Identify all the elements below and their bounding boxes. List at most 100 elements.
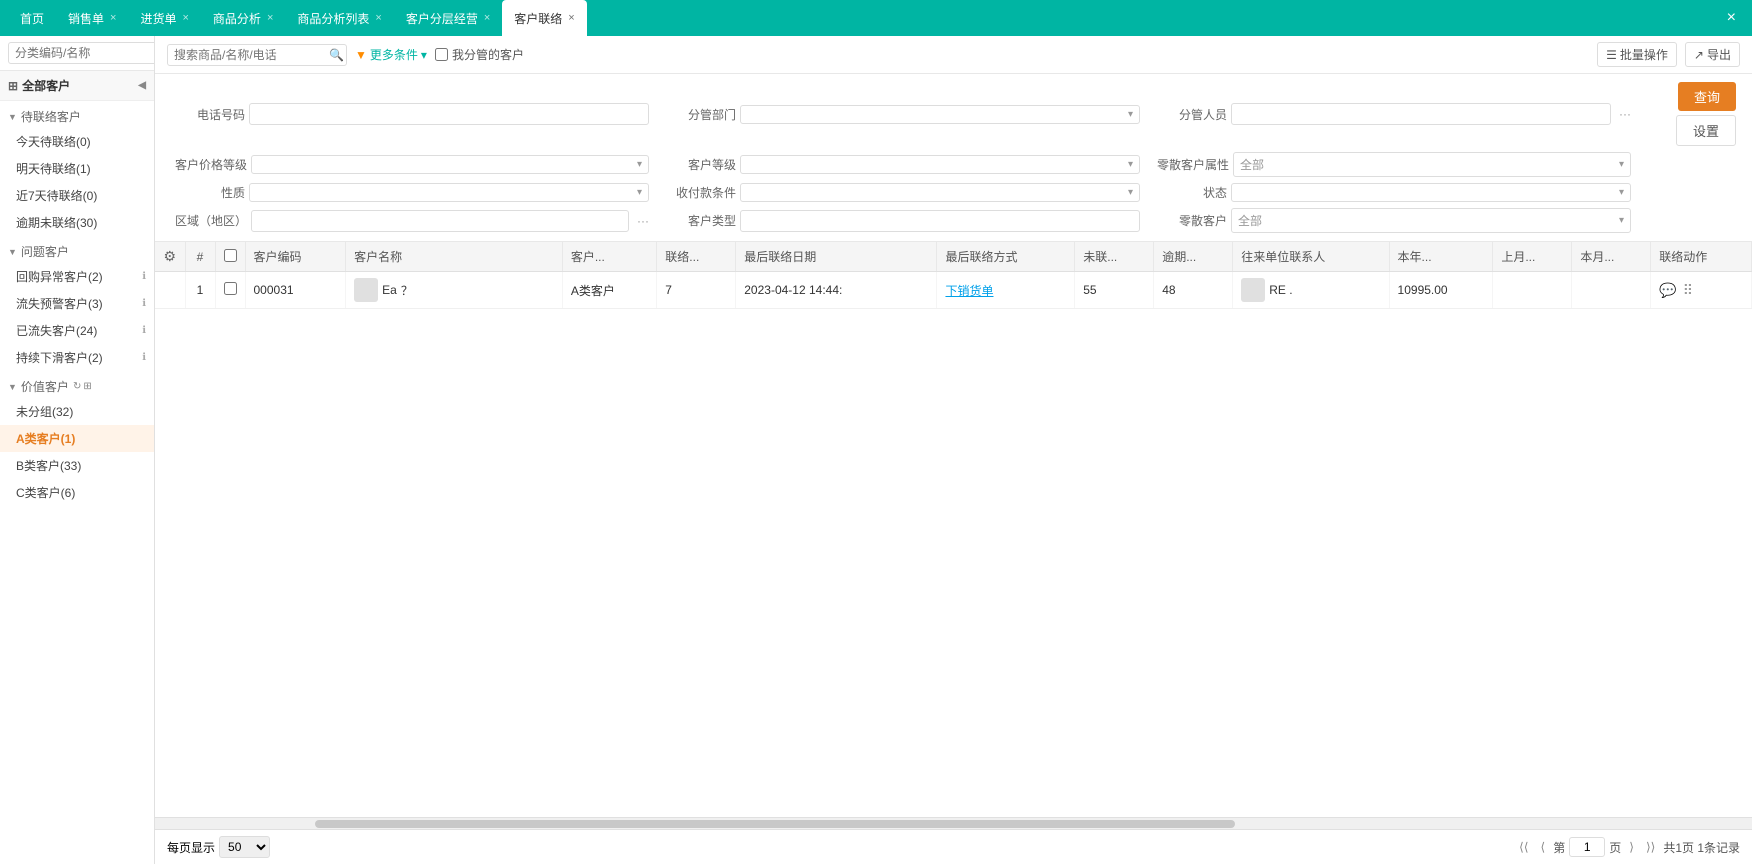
nav-customer-segment[interactable]: 客户分层经营 ×	[394, 0, 502, 36]
manager-input[interactable]	[1231, 103, 1611, 125]
scrollbar-thumb[interactable]	[315, 820, 1235, 828]
content-area: 🔍 ▼ 更多条件 ▾ 我分管的客户 ☰ 批量操作 ↗ 导出	[155, 36, 1752, 864]
price-level-select[interactable]: ▾	[251, 155, 649, 174]
nav-purchase[interactable]: 进货单 ×	[128, 0, 200, 36]
horizontal-scrollbar[interactable]	[155, 817, 1752, 829]
column-settings-icon[interactable]: ⚙	[163, 248, 176, 264]
retail-attr-select[interactable]: 全部 ▾	[1233, 152, 1631, 177]
nav-analysis-close[interactable]: ×	[267, 12, 273, 24]
last-page-button[interactable]: ⟩⟩	[1642, 838, 1659, 856]
my-customers-checkbox[interactable]	[435, 48, 448, 61]
last-contact-date: 2023-04-12 14:44:	[744, 283, 842, 297]
company-contacts-name: RE .	[1269, 283, 1292, 297]
col-name[interactable]: 客户名称	[346, 242, 563, 272]
status-select[interactable]: ▾	[1231, 183, 1631, 202]
sidebar-item-repurchase-abnormal[interactable]: 回购异常客户(2) ℹ	[0, 263, 154, 290]
filter-row-4: 区域（地区） ··· 客户类型 零散客户 全部 ▾	[167, 208, 1740, 233]
sidebar-item-today[interactable]: 今天待联络(0)	[0, 128, 154, 155]
first-page-button[interactable]: ⟨⟨	[1515, 838, 1532, 856]
col-last-contact-date[interactable]: 最后联络日期	[736, 242, 937, 272]
nav-analysis-list-close[interactable]: ×	[375, 12, 381, 24]
sidebar-item-churn-warning[interactable]: 流失预警客户(3) ℹ	[0, 290, 154, 317]
grid-icon: ⊞	[8, 79, 18, 93]
region-ellipsis[interactable]: ···	[637, 214, 649, 228]
prev-page-button[interactable]: ⟨	[1537, 838, 1550, 856]
chat-icon[interactable]: 💬	[1659, 282, 1676, 299]
select-all-checkbox[interactable]	[224, 249, 237, 262]
sidebar-item-b-class[interactable]: B类客户(33)	[0, 452, 154, 479]
col-this-year[interactable]: 本年...	[1389, 242, 1493, 272]
nav-customer-segment-close[interactable]: ×	[484, 12, 490, 24]
sidebar-item-overdue[interactable]: 逾期未联络(30)	[0, 209, 154, 236]
more-filters-button[interactable]: ▼ 更多条件 ▾	[355, 46, 427, 63]
filter-search-input[interactable]	[174, 48, 329, 62]
retail-select[interactable]: 全部 ▾	[1231, 208, 1631, 233]
nav-analysis-label: 商品分析	[213, 10, 261, 27]
next-page-button[interactable]: ⟩	[1625, 838, 1638, 856]
phone-input[interactable]	[249, 103, 649, 125]
row-checkbox[interactable]	[224, 282, 237, 295]
batch-operation-button[interactable]: ☰ 批量操作	[1597, 42, 1677, 67]
col-last-contact-method[interactable]: 最后联络方式	[937, 242, 1075, 272]
filter-row-1: 电话号码 分管部门 ▾ 分管人员 ··· 查询 设置	[167, 82, 1740, 146]
nav-sales[interactable]: 销售单 ×	[56, 0, 128, 36]
customer-level-select[interactable]: ▾	[740, 155, 1140, 174]
qr-icon[interactable]: ⠿	[1683, 282, 1693, 299]
7days-contact-label: 近7天待联络(0)	[16, 187, 97, 204]
sidebar-item-ungrouped[interactable]: 未分组(32)	[0, 398, 154, 425]
triangle-icon2: ▼	[8, 247, 17, 257]
query-button[interactable]: 查询	[1678, 82, 1736, 111]
sidebar-all-customers[interactable]: ⊞ 全部客户 ◀	[0, 71, 154, 101]
payment-select[interactable]: ▾	[740, 183, 1140, 202]
nav-analysis[interactable]: 商品分析 ×	[201, 0, 285, 36]
col-overdue[interactable]: 逾期...	[1154, 242, 1233, 272]
row-last-date-cell: 2023-04-12 14:44:	[736, 272, 937, 309]
sidebar-item-c-class[interactable]: C类客户(6)	[0, 479, 154, 506]
nav-customer-contact-close[interactable]: ×	[568, 12, 574, 24]
collapse-icon[interactable]: ◀	[138, 80, 146, 91]
filter-settings-button[interactable]: 设置	[1676, 115, 1736, 146]
page-number-input[interactable]	[1569, 837, 1605, 857]
nature-select[interactable]: ▾	[249, 183, 649, 202]
sidebar-search-input[interactable]	[8, 42, 155, 64]
refresh-icon[interactable]: ↻	[73, 381, 81, 392]
this-year-value: 10995.00	[1398, 283, 1448, 297]
last-contact-method[interactable]: 下销货单	[945, 284, 993, 298]
sidebar-item-churned[interactable]: 已流失客户(24) ℹ	[0, 317, 154, 344]
window-close-button[interactable]: ×	[1719, 9, 1744, 27]
export-button[interactable]: ↗ 导出	[1685, 42, 1740, 67]
col-settings[interactable]: ⚙	[155, 242, 185, 272]
nav-analysis-list[interactable]: 商品分析列表 ×	[285, 0, 393, 36]
manager-ellipsis[interactable]: ···	[1619, 107, 1631, 121]
sidebar-item-declining[interactable]: 持续下滑客户(2) ℹ	[0, 344, 154, 371]
nav-customer-contact[interactable]: 客户联络 ×	[502, 0, 586, 36]
nav-purchase-close[interactable]: ×	[182, 12, 188, 24]
col-this-month[interactable]: 本月...	[1572, 242, 1651, 272]
nav-sales-close[interactable]: ×	[110, 12, 116, 24]
status-label: 状态	[1157, 184, 1227, 201]
col-contact[interactable]: 联络...	[657, 242, 736, 272]
triangle-icon3: ▼	[8, 382, 17, 392]
main-layout: 🔍 ⊞ 全部客户 ◀ ▼ 待联络客户 今天待联络(0) 明天待联络(1) 近7天…	[0, 36, 1752, 864]
col-num: #	[185, 242, 215, 272]
filter-search-icon[interactable]: 🔍	[329, 48, 344, 62]
nav-home[interactable]: 首页	[8, 0, 56, 36]
add-icon[interactable]: ⊞	[83, 381, 91, 392]
region-input[interactable]	[251, 210, 629, 232]
row-last-method-cell: 下销货单	[937, 272, 1075, 309]
col-company-contacts[interactable]: 往来单位联系人	[1233, 242, 1389, 272]
dept-select[interactable]: ▾	[740, 105, 1140, 124]
manager-label: 分管人员	[1157, 106, 1227, 123]
col-type[interactable]: 客户...	[562, 242, 656, 272]
per-page-dropdown[interactable]: 20 50 100 200	[219, 836, 270, 858]
sidebar-item-7days[interactable]: 近7天待联络(0)	[0, 182, 154, 209]
col-last-month[interactable]: 上月...	[1493, 242, 1572, 272]
sidebar-item-a-class[interactable]: A类客户(1)	[0, 425, 154, 452]
col-no-contact[interactable]: 未联...	[1075, 242, 1154, 272]
customer-code: 000031	[254, 283, 294, 297]
col-code[interactable]: 客户编码	[245, 242, 346, 272]
action-icons: 💬 ⠿	[1659, 282, 1743, 299]
sidebar-item-tomorrow[interactable]: 明天待联络(1)	[0, 155, 154, 182]
customer-type-input[interactable]	[740, 210, 1140, 232]
customer-level-label: 客户等级	[666, 156, 736, 173]
